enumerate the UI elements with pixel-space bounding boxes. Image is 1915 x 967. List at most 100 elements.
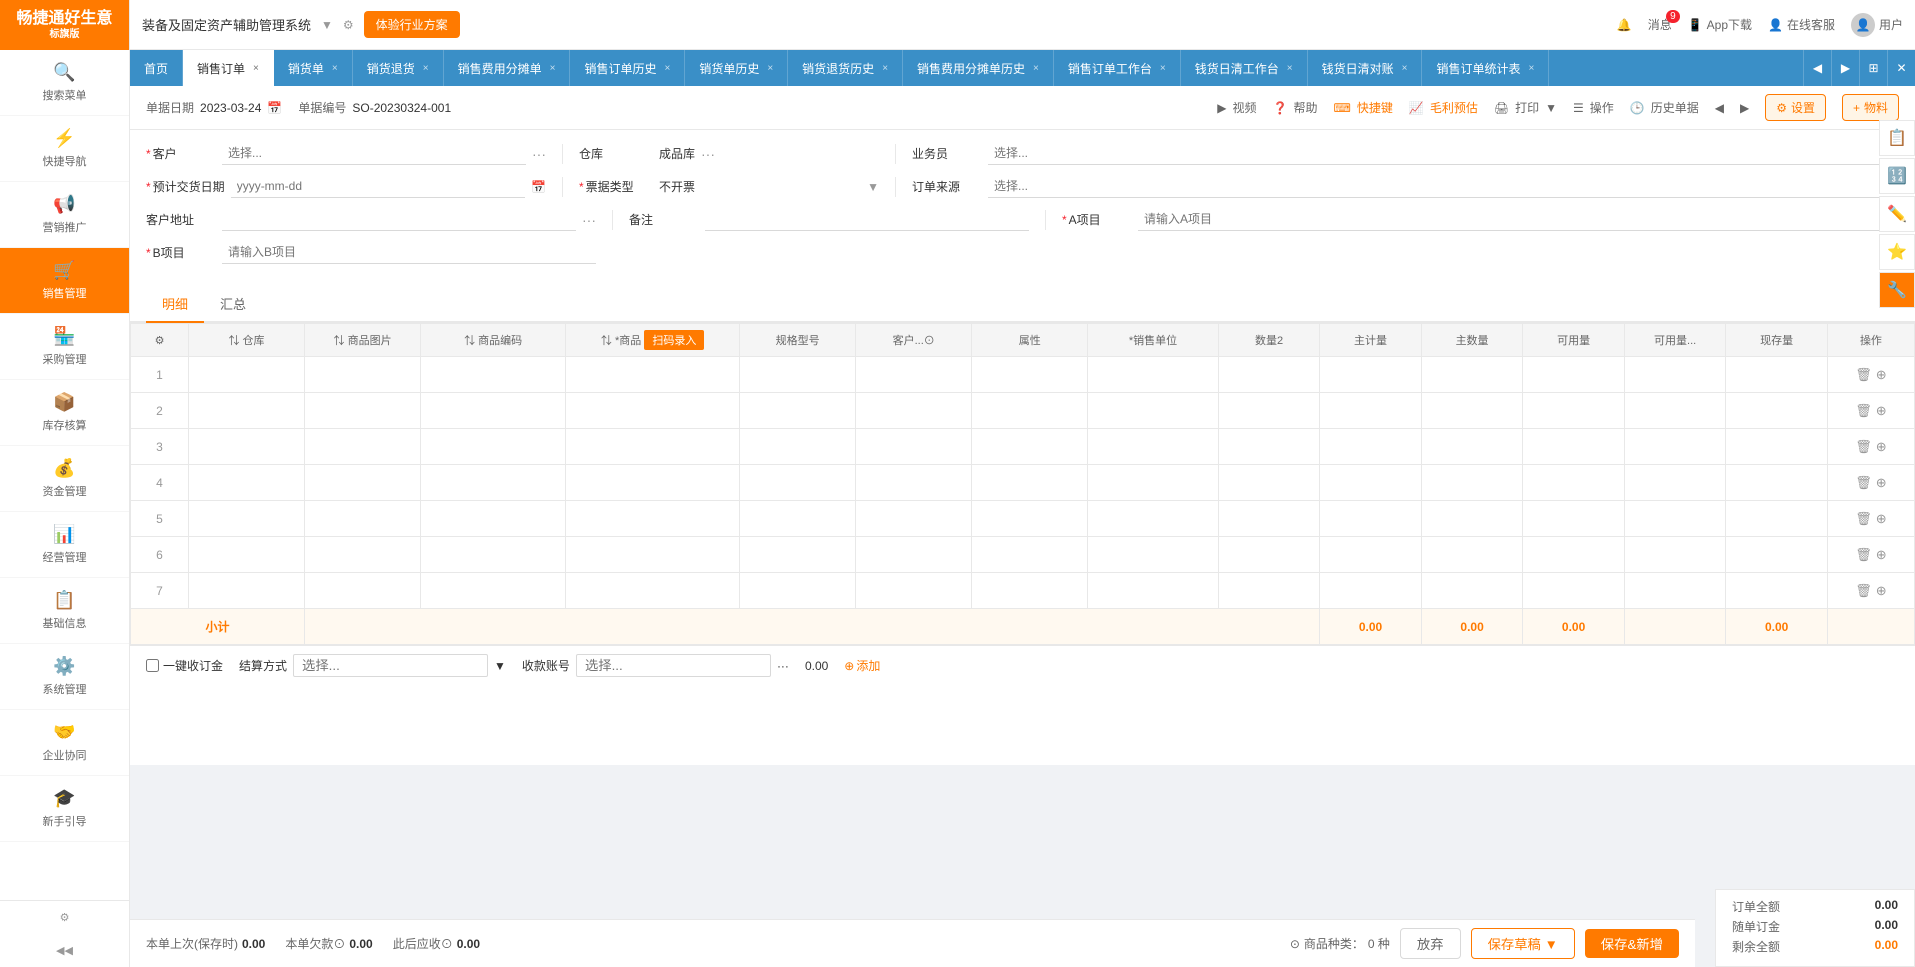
nav-next[interactable]: ▶ (1831, 50, 1859, 86)
cell-available[interactable] (1523, 357, 1625, 393)
online-service-btn[interactable]: 👤 在线客服 (1768, 16, 1835, 33)
shortcuts-btn[interactable]: ⌨ 快捷键 (1334, 99, 1393, 116)
tab-sales-return[interactable]: 销货退货 × (353, 50, 444, 86)
settings-gear-icon[interactable]: ⚙ (343, 18, 354, 32)
customer-input[interactable] (222, 142, 526, 165)
nav-close-all[interactable]: ✕ (1887, 50, 1915, 86)
cell-sales-unit[interactable] (1088, 393, 1219, 429)
next-record-btn[interactable]: ▶ (1740, 101, 1749, 115)
settings-btn[interactable]: ⚙ 设置 (1765, 94, 1826, 121)
print-dropdown[interactable]: ▼ (1545, 101, 1557, 115)
delete-icon[interactable]: 🗑 (1855, 367, 1872, 383)
tab-daily-workbench[interactable]: 钱货日清工作台 × (1181, 50, 1308, 86)
cell-code[interactable] (421, 393, 566, 429)
copy-icon[interactable]: ⊕ (1876, 367, 1887, 383)
delete-icon[interactable]: 🗑 (1855, 583, 1872, 599)
history-btn[interactable]: 🕒 历史单据 (1630, 99, 1699, 116)
sidebar-item-sales[interactable]: 🛒 销售管理 (0, 248, 129, 314)
expected-date-input[interactable] (231, 175, 525, 198)
copy-icon[interactable]: ⊕ (1876, 547, 1887, 563)
cell-stock[interactable] (1726, 393, 1828, 429)
cell-available2[interactable] (1624, 393, 1726, 429)
cell-customer-code[interactable] (856, 393, 972, 429)
customer-expand[interactable]: ··· (532, 146, 546, 162)
tab-close[interactable]: × (1033, 63, 1039, 74)
tab-sales-invoice[interactable]: 销货单 × (274, 50, 353, 86)
cell-attribute[interactable] (972, 357, 1088, 393)
cell-available2[interactable] (1624, 357, 1726, 393)
cell-main-qty[interactable] (1421, 357, 1523, 393)
tab-sales-expense[interactable]: 销售费用分摊单 × (444, 50, 571, 86)
cell-spec[interactable] (740, 357, 856, 393)
tab-close[interactable]: × (332, 63, 338, 74)
save-draft-dropdown[interactable]: ▼ (1545, 937, 1558, 952)
delete-icon[interactable]: 🗑 (1855, 403, 1872, 419)
prev-record-btn[interactable]: ◀ (1715, 101, 1724, 115)
sidebar-item-enterprise[interactable]: 🤝 企业协同 (0, 710, 129, 776)
receipt-dots[interactable]: ··· (777, 659, 789, 673)
col-settings[interactable]: ⚙ (131, 324, 189, 357)
tab-sales-order-close[interactable]: × (253, 63, 259, 74)
b-project-input[interactable] (222, 241, 596, 264)
sidebar-item-basic-info[interactable]: 📋 基础信息 (0, 578, 129, 644)
quick-checkout-checkbox[interactable] (146, 659, 159, 672)
staff-input[interactable] (988, 142, 1879, 165)
operations-btn[interactable]: ☰ 操作 (1573, 99, 1614, 116)
tab-summary[interactable]: 汇总 (204, 286, 262, 323)
tab-home[interactable]: 首页 (130, 50, 183, 86)
view-btn[interactable]: ▶ 视频 (1217, 99, 1256, 116)
cell-available[interactable] (1523, 393, 1625, 429)
tab-sales-order-history[interactable]: 销售订单历史 × (570, 50, 685, 86)
cell-image[interactable] (305, 357, 421, 393)
sidebar-item-quick-nav[interactable]: ⚡ 快捷导航 (0, 116, 129, 182)
tab-return-history[interactable]: 销货退货历史 × (788, 50, 903, 86)
tab-detail[interactable]: 明细 (146, 286, 204, 323)
float-tool-btn[interactable]: 🔧 (1879, 272, 1915, 308)
cell-main-qty[interactable] (1421, 393, 1523, 429)
tab-close[interactable]: × (882, 63, 888, 74)
sidebar-item-system[interactable]: ⚙️ 系统管理 (0, 644, 129, 710)
float-calc-btn[interactable]: 🔢 (1879, 158, 1915, 194)
delete-icon[interactable]: 🗑 (1855, 475, 1872, 491)
sidebar-item-finance[interactable]: 💰 资金管理 (0, 446, 129, 512)
delete-icon[interactable]: 🗑 (1855, 547, 1872, 563)
receipt-input[interactable] (576, 654, 771, 677)
table-scroll-area[interactable]: ⚙ ⇅ 仓库 ⇅ 商品图片 ⇅ 商品编码 ⇅ *商品 扫码录入 (130, 323, 1915, 645)
notes-input[interactable] (705, 208, 1029, 231)
nav-prev[interactable]: ◀ (1803, 50, 1831, 86)
solution-btn[interactable]: 体验行业方案 (364, 11, 460, 38)
cell-qty2[interactable] (1218, 357, 1320, 393)
cell-product[interactable] (566, 393, 740, 429)
tab-close[interactable]: × (664, 63, 670, 74)
tab-close[interactable]: × (423, 63, 429, 74)
cell-warehouse[interactable] (189, 393, 305, 429)
payment-method-input[interactable] (293, 654, 488, 677)
float-star-btn[interactable]: ⭐ (1879, 234, 1915, 270)
help-btn[interactable]: ❓ 帮助 (1273, 99, 1318, 116)
tab-stats[interactable]: 销售订单统计表 × (1422, 50, 1549, 86)
float-edit-btn[interactable]: ✏️ (1879, 196, 1915, 232)
add-item-btn[interactable]: + 物料 (1842, 94, 1899, 121)
tab-daily-reconcile[interactable]: 钱货日清对账 × (1308, 50, 1423, 86)
sidebar-item-search[interactable]: 🔍 搜索菜单 (0, 50, 129, 116)
address-input[interactable] (222, 208, 576, 231)
copy-icon[interactable]: ⊕ (1876, 475, 1887, 491)
tab-close[interactable]: × (767, 63, 773, 74)
nav-expand[interactable]: ⊞ (1859, 50, 1887, 86)
sidebar-item-guide[interactable]: 🎓 新手引导 (0, 776, 129, 842)
sidebar-item-marketing[interactable]: 📢 营销推广 (0, 182, 129, 248)
print-btn[interactable]: 🖨 打印 ▼ (1494, 99, 1557, 116)
profit-forecast-btn[interactable]: 📈 毛利预估 (1409, 99, 1478, 116)
sidebar-item-purchase[interactable]: 🏪 采购管理 (0, 314, 129, 380)
sidebar-collapse[interactable]: ◀◀ (0, 934, 129, 967)
payment-dropdown[interactable]: ▼ (494, 659, 506, 673)
sidebar-item-inventory[interactable]: 📦 库存核算 (0, 380, 129, 446)
delete-icon[interactable]: 🗑 (1855, 439, 1872, 455)
cell-main-unit[interactable] (1320, 393, 1422, 429)
cell-image[interactable] (305, 393, 421, 429)
user-area[interactable]: 👤 用户 (1851, 13, 1903, 37)
address-expand[interactable]: ··· (582, 212, 596, 228)
add-btn[interactable]: ⊕ 添加 (844, 657, 880, 674)
tab-close[interactable]: × (1528, 63, 1534, 74)
app-download-btn[interactable]: 📱 App下载 (1688, 16, 1752, 33)
